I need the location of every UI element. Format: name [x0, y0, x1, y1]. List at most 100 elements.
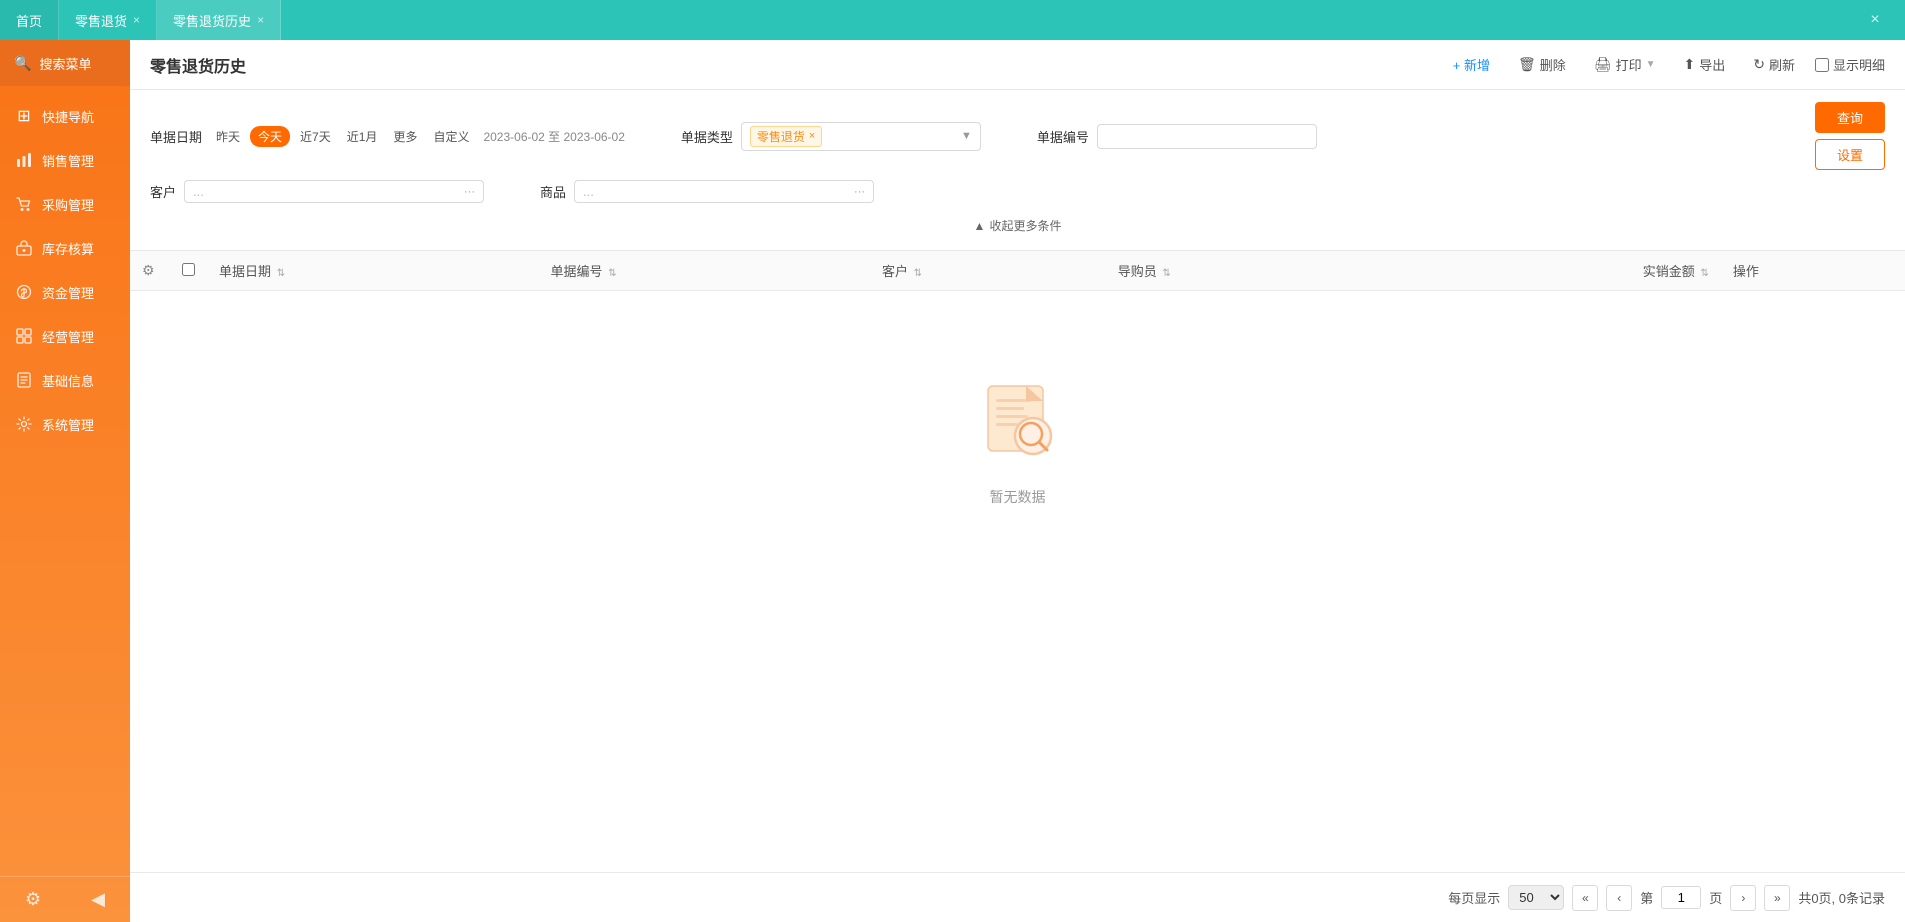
date-btn-more[interactable]: 更多: [387, 126, 423, 147]
date-btn-custom[interactable]: 自定义: [427, 126, 475, 147]
search-menu-btn[interactable]: 🔍 搜索菜单: [0, 40, 130, 86]
th-guide[interactable]: 导购员 ⇅: [1106, 251, 1390, 291]
close-window-btn[interactable]: ×: [1861, 6, 1889, 34]
sidebar-item-operations-label: 经营管理: [42, 327, 94, 346]
customer-placeholder: ...: [193, 184, 204, 199]
content-area: 零售退货历史 + 新增 🗑 删除 🖨 打印 ▼ ⬆ 导出: [130, 40, 1905, 922]
print-btn[interactable]: 🖨 打印 ▼: [1586, 51, 1664, 78]
table-header-row: ⚙ 单据日期 ⇅ 单据编号 ⇅: [130, 251, 1905, 291]
goods-label: 商品: [540, 182, 566, 201]
page-suffix: 页: [1709, 888, 1722, 907]
sidebar-item-basic-info-label: 基础信息: [42, 371, 94, 390]
date-btn-7days[interactable]: 近7天: [294, 126, 337, 147]
export-icon: ⬆: [1683, 56, 1695, 73]
sidebar-item-finance[interactable]: 资金管理: [0, 270, 130, 314]
sidebar-item-quick-nav-label: 快捷导航: [42, 107, 94, 126]
tab-home-label: 首页: [16, 11, 42, 30]
th-actual-amount-sort: ⇅: [1700, 268, 1708, 279]
table-body: 暂无数据: [130, 291, 1905, 588]
sidebar-collapse-btn[interactable]: ◀: [91, 889, 105, 910]
top-bar: 首页 零售退货 × 零售退货历史 × ×: [0, 0, 1905, 40]
print-icon: 🖨: [1594, 56, 1612, 73]
doc-no-input[interactable]: [1097, 124, 1317, 149]
table-settings-icon[interactable]: ⚙: [142, 262, 155, 278]
tab-bar: 首页 零售退货 × 零售退货历史 ×: [0, 0, 1861, 40]
doc-no-filter-group: 单据编号: [1037, 124, 1317, 149]
date-btn-today[interactable]: 今天: [250, 126, 290, 147]
date-range-display: 2023-06-02 至 2023-06-02: [483, 128, 624, 145]
per-page-select[interactable]: 20 50 100: [1508, 885, 1564, 910]
first-page-btn[interactable]: «: [1572, 885, 1598, 911]
date-shortcuts: 昨天 今天 近7天 近1月 更多 自定义: [210, 126, 475, 147]
sidebar-item-system-mgmt[interactable]: 系统管理: [0, 402, 130, 446]
finance-icon: [14, 282, 34, 302]
sidebar-item-sales-mgmt[interactable]: 销售管理: [0, 138, 130, 182]
filter-row-1: 单据日期 昨天 今天 近7天 近1月 更多 自定义 2023-06-02 至 2…: [150, 102, 1885, 170]
goods-select[interactable]: ... ···: [574, 180, 874, 203]
th-checkbox: [170, 251, 207, 291]
date-filter-group: 单据日期 昨天 今天 近7天 近1月 更多 自定义 2023-06-02 至 2…: [150, 126, 625, 147]
customer-select[interactable]: ... ···: [184, 180, 484, 203]
per-page-label: 每页显示: [1448, 888, 1500, 907]
delete-btn[interactable]: 🗑 删除: [1510, 51, 1574, 78]
tab-retail-return-history[interactable]: 零售退货历史 ×: [157, 0, 281, 40]
prev-page-btn[interactable]: ‹: [1606, 885, 1632, 911]
system-mgmt-icon: [14, 414, 34, 434]
doc-type-tag-text: 零售退货: [757, 128, 805, 145]
tab-home[interactable]: 首页: [0, 0, 59, 40]
tab-retail-return[interactable]: 零售退货 ×: [59, 0, 157, 40]
th-guide-label: 导购员: [1118, 264, 1157, 279]
date-btn-yesterday[interactable]: 昨天: [210, 126, 246, 147]
next-page-btn[interactable]: ›: [1730, 885, 1756, 911]
th-doc-date-sort: ⇅: [277, 268, 285, 279]
sidebar-item-quick-nav[interactable]: ⊞ 快捷导航: [0, 94, 130, 138]
export-btn[interactable]: ⬆ 导出: [1675, 51, 1733, 78]
th-doc-date[interactable]: 单据日期 ⇅: [207, 251, 538, 291]
filter-section: 单据日期 昨天 今天 近7天 近1月 更多 自定义 2023-06-02 至 2…: [130, 90, 1905, 251]
inventory-icon: [14, 238, 34, 258]
goods-filter-group: 商品 ... ···: [540, 180, 874, 203]
th-doc-no[interactable]: 单据编号 ⇅: [538, 251, 869, 291]
tab-retail-return-history-close[interactable]: ×: [257, 13, 264, 27]
delete-icon: 🗑: [1518, 56, 1536, 73]
search-icon: 🔍: [14, 55, 31, 72]
filter-row-2: 客户 ... ··· 商品 ... ···: [150, 180, 1885, 203]
sales-mgmt-icon: [14, 150, 34, 170]
sidebar-item-purchase-mgmt[interactable]: 采购管理: [0, 182, 130, 226]
refresh-btn[interactable]: ↻ 刷新: [1745, 51, 1803, 78]
sidebar-item-finance-label: 资金管理: [42, 283, 94, 302]
doc-type-tag-close[interactable]: ×: [809, 130, 815, 142]
total-info: 共0页, 0条记录: [1798, 888, 1885, 907]
empty-state-icon: [968, 371, 1068, 471]
date-btn-1month[interactable]: 近1月: [341, 126, 384, 147]
sidebar-item-inventory[interactable]: 库存核算: [0, 226, 130, 270]
add-btn-label: + 新增: [1453, 55, 1490, 74]
tab-retail-return-history-label: 零售退货历史: [173, 11, 251, 30]
action-btns: 查询 设置: [1815, 102, 1885, 170]
doc-type-select[interactable]: 零售退货 × ▼: [741, 122, 981, 151]
date-filter-label: 单据日期: [150, 127, 202, 146]
show-detail-checkbox[interactable]: [1815, 58, 1829, 72]
page-number-input[interactable]: 1: [1661, 886, 1701, 909]
sidebar-item-operations[interactable]: 经营管理: [0, 314, 130, 358]
doc-no-label: 单据编号: [1037, 127, 1089, 146]
sidebar-item-basic-info[interactable]: 基础信息: [0, 358, 130, 402]
collapse-btn[interactable]: ▲ 收起更多条件: [150, 213, 1885, 238]
last-page-btn[interactable]: »: [1764, 885, 1790, 911]
th-action-label: 操作: [1733, 264, 1759, 279]
add-btn[interactable]: + 新增: [1445, 51, 1498, 78]
th-doc-date-label: 单据日期: [219, 264, 271, 279]
filter-settings-btn[interactable]: 设置: [1815, 139, 1885, 170]
doc-type-label: 单据类型: [681, 127, 733, 146]
sidebar-settings-btn[interactable]: ⚙: [25, 889, 41, 910]
th-doc-no-sort: ⇅: [608, 268, 616, 279]
purchase-mgmt-icon: [14, 194, 34, 214]
th-customer[interactable]: 客户 ⇅: [870, 251, 1106, 291]
data-table: ⚙ 单据日期 ⇅ 单据编号 ⇅: [130, 251, 1905, 587]
query-btn[interactable]: 查询: [1815, 102, 1885, 133]
export-btn-label: 导出: [1699, 55, 1725, 74]
select-all-checkbox[interactable]: [182, 263, 195, 276]
page-header: 零售退货历史 + 新增 🗑 删除 🖨 打印 ▼ ⬆ 导出: [130, 40, 1905, 90]
tab-retail-return-close[interactable]: ×: [133, 13, 140, 27]
th-actual-amount[interactable]: 实销金额 ⇅: [1389, 251, 1720, 291]
